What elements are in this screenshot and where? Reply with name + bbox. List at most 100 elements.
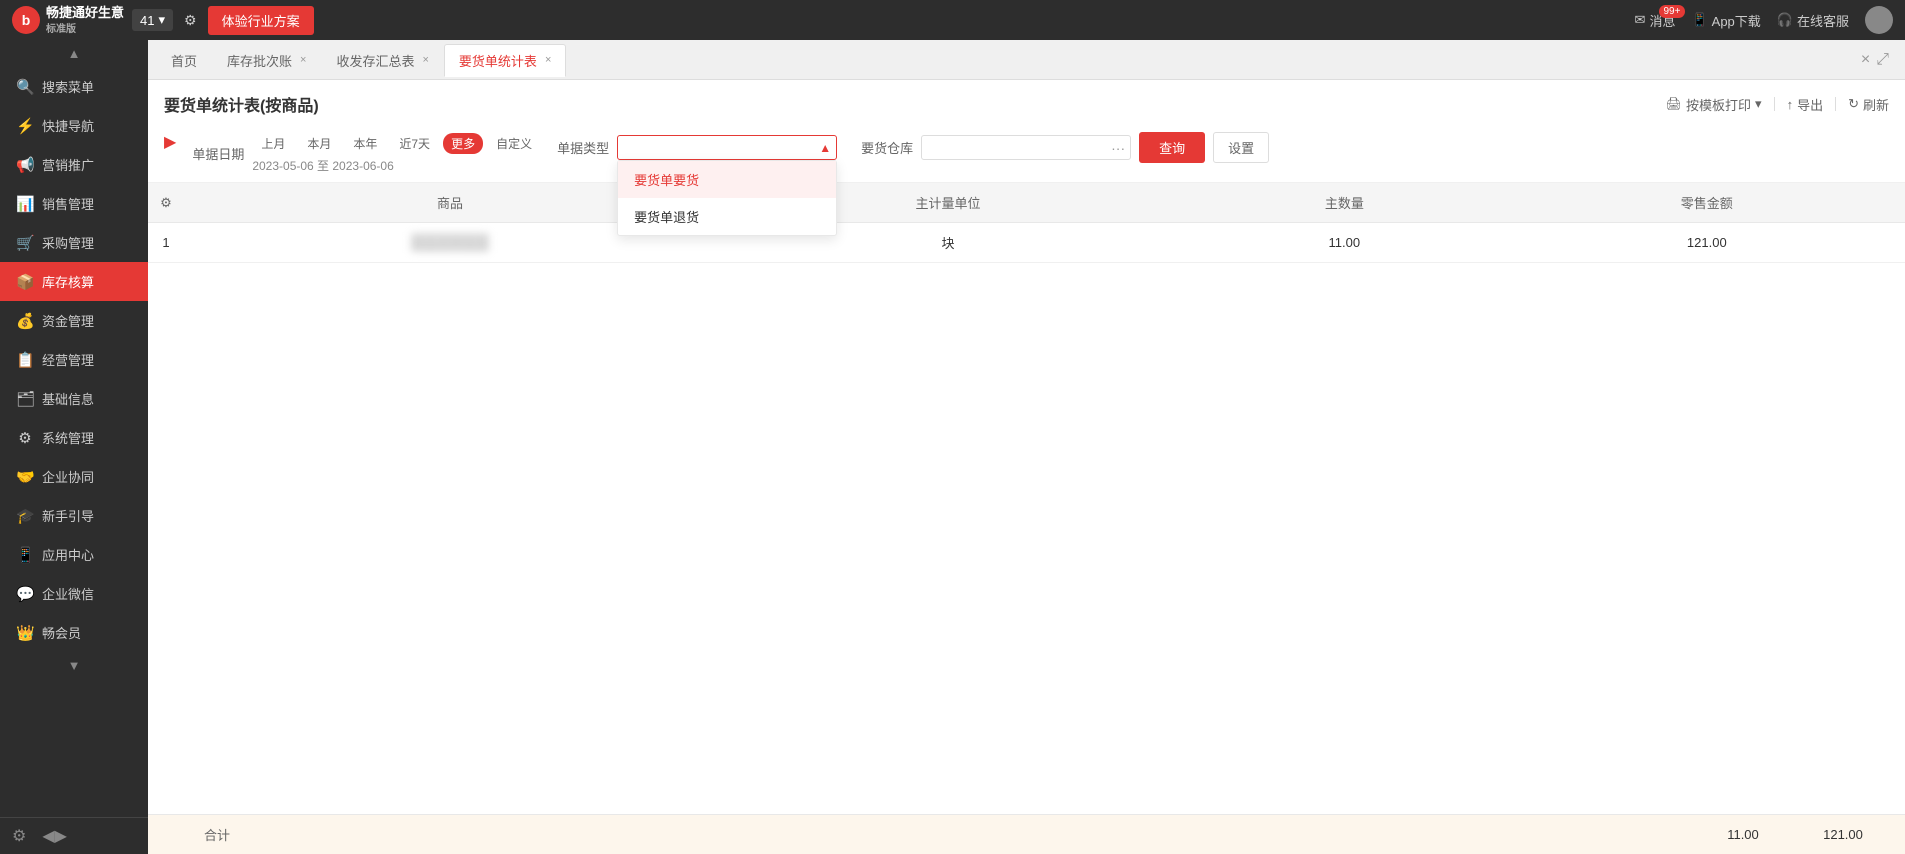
- footer-label: 合计: [196, 825, 1573, 844]
- date-btn-this-month[interactable]: 本月: [298, 132, 340, 155]
- sidebar-item-search[interactable]: 🔍 搜索菜单: [0, 67, 148, 106]
- sidebar-scroll-down[interactable]: ▼: [0, 652, 148, 679]
- row-no: 1: [148, 223, 184, 263]
- tab-order-stats-label: 要货单统计表: [459, 51, 537, 70]
- search-icon: 🔍: [16, 78, 34, 96]
- settings-bottom-icon[interactable]: ⚙: [12, 826, 26, 846]
- logo-name: 畅捷通好生意: [46, 5, 124, 21]
- action-divider: [1774, 97, 1775, 111]
- sidebar-label-purchase: 采购管理: [42, 233, 94, 252]
- sidebar-label-enterprise: 企业协同: [42, 467, 94, 486]
- date-filter-label: 单据日期: [192, 144, 244, 163]
- tab-receive-summary-label: 收发存汇总表: [336, 51, 414, 70]
- sidebar-scroll-up[interactable]: ▲: [0, 40, 148, 67]
- date-filter-section: 单据日期 上月 本月 本年 近7天 更多 自定义 2023-05-06 至 20…: [192, 132, 541, 174]
- row-quantity: 11.00: [1180, 223, 1509, 263]
- dropdown-item-order[interactable]: 要货单要货: [618, 161, 836, 198]
- type-filter-section: 单据类型 ▲ 要货单要货 要货单退货: [557, 132, 1889, 163]
- print-arrow: ▾: [1755, 96, 1762, 112]
- expand-filter-btn[interactable]: ▶: [164, 132, 176, 152]
- sidebar-item-guide[interactable]: 🎓 新手引导: [0, 496, 148, 535]
- tab-home[interactable]: 首页: [156, 44, 212, 76]
- close-window-btn[interactable]: ×: [1861, 51, 1870, 69]
- tab-inventory-batch-close[interactable]: ×: [300, 54, 306, 66]
- collapse-icon[interactable]: ◀▶: [42, 826, 67, 846]
- date-btn-this-year[interactable]: 本年: [344, 132, 386, 155]
- filter-bar: ▶ 单据日期 上月 本月 本年 近7天 更多 自定义 2023-05-06 至 …: [148, 124, 1905, 183]
- footer-quantity: 11.00: [1693, 827, 1793, 842]
- query-button[interactable]: 查询: [1139, 132, 1205, 163]
- refresh-label: 刷新: [1863, 95, 1889, 114]
- enterprise-icon: 🤝: [16, 468, 34, 486]
- logo-area: b 畅捷通好生意 标准版: [12, 5, 124, 36]
- tab-receive-summary[interactable]: 收发存汇总表 ×: [321, 44, 443, 76]
- column-settings-icon[interactable]: ⚙: [160, 195, 172, 210]
- dropdown-item-return[interactable]: 要货单退货: [618, 198, 836, 235]
- page-actions: 🖨 按模板打印 ▾ ↑ 导出 ↻ 刷新: [1666, 95, 1890, 114]
- refresh-btn[interactable]: ↻ 刷新: [1848, 95, 1889, 114]
- sidebar-label-inventory: 库存核算: [42, 272, 94, 291]
- tab-order-stats-close[interactable]: ×: [545, 54, 551, 66]
- gear-icon[interactable]: ⚙: [181, 9, 200, 32]
- sidebar: ▲ 🔍 搜索菜单 ⚡ 快捷导航 📢 营销推广 📊 销售管理 🛒 采购管理 📦 库…: [0, 40, 148, 854]
- date-btn-last-month[interactable]: 上月: [252, 132, 294, 155]
- guide-icon: 🎓: [16, 507, 34, 525]
- marketing-icon: 📢: [16, 156, 34, 174]
- row-amount: 121.00: [1509, 223, 1905, 263]
- apps-icon: 📱: [16, 546, 34, 564]
- type-filter-label: 单据类型: [557, 138, 609, 157]
- sidebar-item-purchase[interactable]: 🛒 采购管理: [0, 223, 148, 262]
- date-btn-more[interactable]: 更多: [443, 133, 483, 154]
- warehouse-more-icon[interactable]: ···: [1111, 140, 1125, 156]
- messages-action[interactable]: ✉ 消息 99+: [1635, 11, 1676, 30]
- page-header: 要货单统计表(按商品) 🖨 按模板打印 ▾ ↑ 导出 ↻: [148, 80, 1905, 124]
- data-table: ⚙ 商品 主计量单位 主数量 零: [148, 183, 1905, 263]
- print-label: 按模板打印: [1686, 95, 1751, 114]
- sidebar-item-shortcut[interactable]: ⚡ 快捷导航: [0, 106, 148, 145]
- header-right: ✉ 消息 99+ 📱 App下载 🎧 在线客服: [1635, 6, 1893, 34]
- trial-button[interactable]: 体验行业方案: [208, 6, 314, 35]
- settings-button[interactable]: 设置: [1213, 132, 1269, 163]
- date-btn-custom[interactable]: 自定义: [487, 132, 541, 155]
- sidebar-item-apps[interactable]: 📱 应用中心: [0, 535, 148, 574]
- phone-icon: 📱: [1691, 12, 1707, 28]
- wechat-icon: 💬: [16, 585, 34, 603]
- sidebar-label-marketing: 营销推广: [42, 155, 94, 174]
- top-header: b 畅捷通好生意 标准版 41 ▾ ⚙ 体验行业方案 ✉ 消息 99+ 📱 Ap…: [0, 0, 1905, 40]
- store-selector[interactable]: 41 ▾: [132, 9, 173, 31]
- tab-order-stats[interactable]: 要货单统计表 ×: [444, 44, 566, 77]
- sidebar-label-basic: 基础信息: [42, 389, 94, 408]
- sidebar-item-operations[interactable]: 📋 经营管理: [0, 340, 148, 379]
- sales-icon: 📊: [16, 195, 34, 213]
- sidebar-item-system[interactable]: ⚙ 系统管理: [0, 418, 148, 457]
- sidebar-item-inventory[interactable]: 📦 库存核算: [0, 262, 148, 301]
- store-dropdown-icon: ▾: [158, 12, 165, 28]
- tab-window-controls: × ⤢: [1853, 51, 1897, 69]
- sidebar-label-wechat: 企业微信: [42, 584, 94, 603]
- expand-window-btn[interactable]: ⤢: [1876, 51, 1889, 69]
- type-input[interactable]: [617, 135, 837, 160]
- sidebar-item-sales[interactable]: 📊 销售管理: [0, 184, 148, 223]
- sidebar-item-wechat[interactable]: 💬 企业微信: [0, 574, 148, 613]
- table-wrap: ⚙ 商品 主计量单位 主数量 零: [148, 183, 1905, 814]
- avatar[interactable]: [1865, 6, 1893, 34]
- export-btn[interactable]: ↑ 导出: [1787, 95, 1824, 114]
- sidebar-item-marketing[interactable]: 📢 营销推广: [0, 145, 148, 184]
- finance-icon: 💰: [16, 312, 34, 330]
- online-service-label: 在线客服: [1797, 11, 1849, 30]
- sidebar-item-finance[interactable]: 💰 资金管理: [0, 301, 148, 340]
- app-download-action[interactable]: 📱 App下载: [1691, 11, 1760, 30]
- online-service-action[interactable]: 🎧 在线客服: [1777, 11, 1849, 30]
- store-name: 41: [140, 13, 154, 28]
- warehouse-filter-label: 要货仓库: [861, 138, 913, 157]
- main-layout: ▲ 🔍 搜索菜单 ⚡ 快捷导航 📢 营销推广 📊 销售管理 🛒 采购管理 📦 库…: [0, 40, 1905, 854]
- print-btn[interactable]: 🖨 按模板打印 ▾: [1666, 95, 1762, 114]
- sidebar-item-member[interactable]: 👑 畅会员: [0, 613, 148, 652]
- tab-inventory-batch[interactable]: 库存批次账 ×: [212, 44, 321, 76]
- sidebar-item-enterprise[interactable]: 🤝 企业协同: [0, 457, 148, 496]
- date-btn-7days[interactable]: 近7天: [390, 132, 439, 155]
- col-settings[interactable]: ⚙: [148, 183, 184, 223]
- warehouse-input[interactable]: [921, 135, 1131, 160]
- sidebar-item-basic[interactable]: 🗂 基础信息: [0, 379, 148, 418]
- tab-receive-summary-close[interactable]: ×: [422, 54, 428, 66]
